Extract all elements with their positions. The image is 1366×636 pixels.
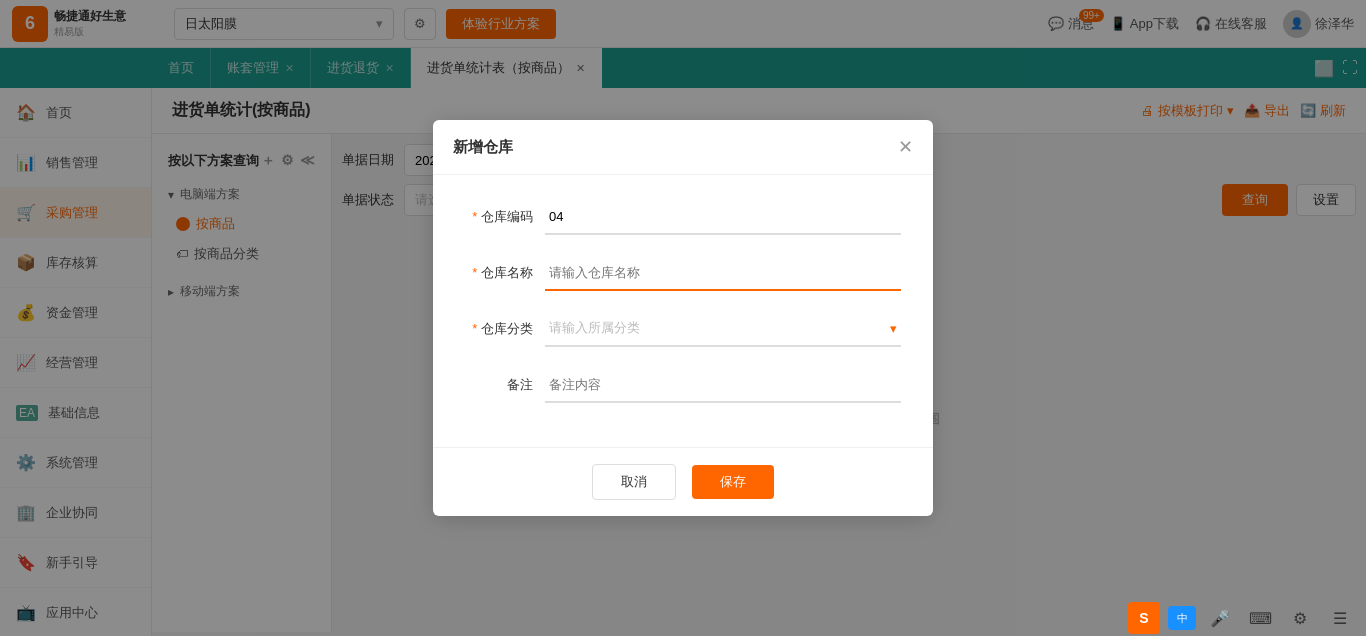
save-button[interactable]: 保存 <box>692 465 774 499</box>
chinese-input-icon[interactable]: 中 <box>1168 606 1196 630</box>
notes-input[interactable] <box>545 367 901 403</box>
s-logo-icon[interactable]: S <box>1128 602 1160 634</box>
warehouse-code-label: 仓库编码 <box>465 208 545 226</box>
dialog-title: 新增仓库 <box>453 138 513 157</box>
warehouse-code-input[interactable] <box>545 199 901 235</box>
warehouse-category-select[interactable]: 请输入所属分类 ▾ <box>545 311 901 347</box>
dialog-close-icon[interactable]: ✕ <box>898 136 913 158</box>
warehouse-name-input[interactable] <box>545 255 901 291</box>
dialog-body: 仓库编码 仓库名称 仓库分类 请输入所属分类 ▾ 备注 <box>433 175 933 447</box>
bottom-right-bar: S 中 🎤 ⌨ ⚙ ☰ <box>1118 600 1366 636</box>
bottom-menu-icon[interactable]: ☰ <box>1324 602 1356 634</box>
warehouse-name-label: 仓库名称 <box>465 264 545 282</box>
warehouse-code-row: 仓库编码 <box>465 199 901 235</box>
dialog-header: 新增仓库 ✕ <box>433 120 933 175</box>
warehouse-name-row: 仓库名称 <box>465 255 901 291</box>
notes-label: 备注 <box>465 376 545 394</box>
microphone-icon[interactable]: 🎤 <box>1204 602 1236 634</box>
bottom-settings-icon[interactable]: ⚙ <box>1284 602 1316 634</box>
dialog-overlay: 新增仓库 ✕ 仓库编码 仓库名称 仓库分类 请输入所属分类 ▾ <box>0 0 1366 636</box>
warehouse-category-row: 仓库分类 请输入所属分类 ▾ <box>465 311 901 347</box>
chevron-category-icon: ▾ <box>890 321 897 336</box>
cancel-button[interactable]: 取消 <box>592 464 676 500</box>
warehouse-dialog: 新增仓库 ✕ 仓库编码 仓库名称 仓库分类 请输入所属分类 ▾ <box>433 120 933 516</box>
notes-row: 备注 <box>465 367 901 403</box>
warehouse-category-label: 仓库分类 <box>465 320 545 338</box>
dialog-footer: 取消 保存 <box>433 447 933 516</box>
keyboard-icon[interactable]: ⌨ <box>1244 602 1276 634</box>
warehouse-category-placeholder: 请输入所属分类 <box>549 319 640 337</box>
